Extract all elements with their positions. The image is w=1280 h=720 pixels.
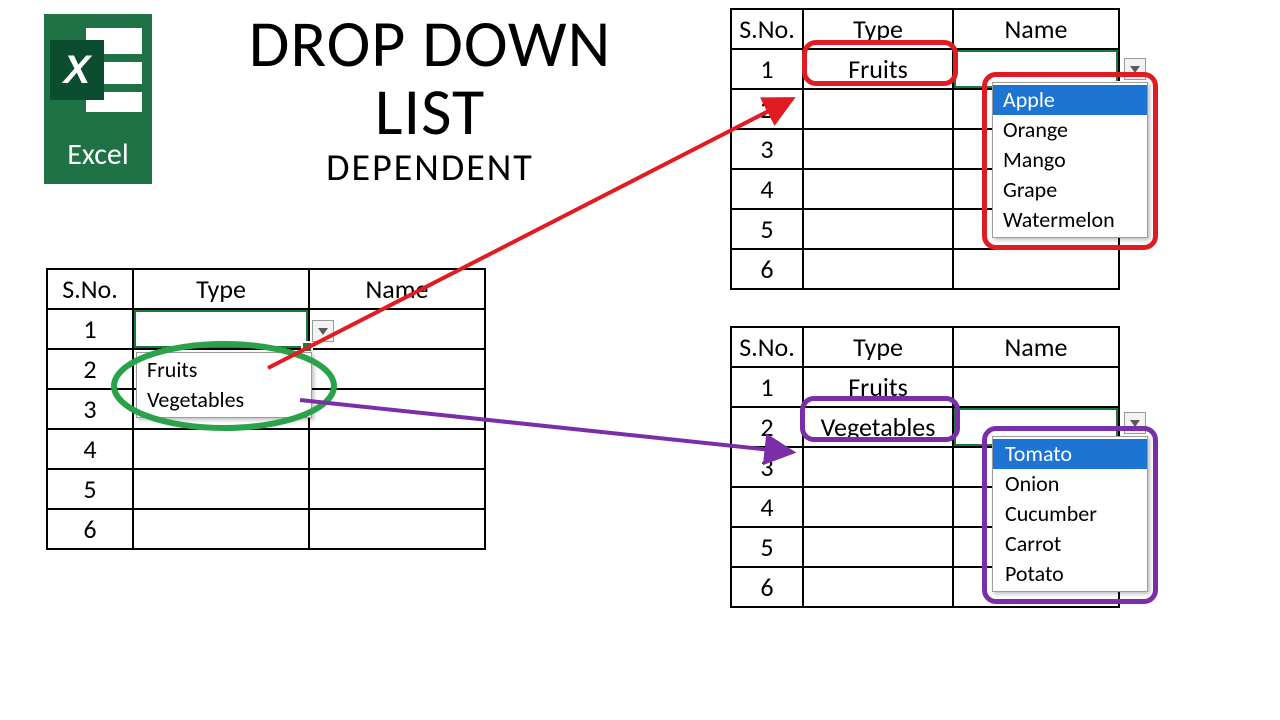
type-cell[interactable] <box>803 89 953 129</box>
name-dropdown-list-fruits[interactable]: Apple Orange Mango Grape Watermelon <box>992 82 1148 238</box>
type-cell[interactable] <box>803 567 953 607</box>
cell-sno: 4 <box>731 487 803 527</box>
table-row: 6 <box>731 249 1119 289</box>
type-cell[interactable] <box>133 509 309 549</box>
dropdown-option-cucumber[interactable]: Cucumber <box>993 499 1147 529</box>
cell-sno: 2 <box>47 349 133 389</box>
name-cell[interactable] <box>309 309 485 349</box>
col-header-sno: S.No. <box>47 269 133 309</box>
dropdown-option-vegetables[interactable]: Vegetables <box>137 385 311 415</box>
dropdown-option-carrot[interactable]: Carrot <box>993 529 1147 559</box>
cell-sno: 1 <box>731 49 803 89</box>
name-cell[interactable] <box>953 249 1119 289</box>
type-cell[interactable] <box>803 129 953 169</box>
col-header-name: Name <box>953 9 1119 49</box>
cell-sno: 3 <box>731 447 803 487</box>
table-row: 4 <box>47 429 485 469</box>
name-dropdown-button-fruits[interactable] <box>1124 58 1146 80</box>
type-cell-selected[interactable] <box>133 309 309 349</box>
type-dropdown-button[interactable] <box>312 320 334 342</box>
cell-sno: 3 <box>47 389 133 429</box>
type-cell[interactable] <box>803 487 953 527</box>
cell-sno: 5 <box>47 469 133 509</box>
table-row: 6 <box>47 509 485 549</box>
excel-logo: X Excel <box>44 14 152 184</box>
cell-sno: 3 <box>731 129 803 169</box>
dropdown-option-onion[interactable]: Onion <box>993 469 1147 499</box>
dropdown-option-watermelon[interactable]: Watermelon <box>993 205 1147 235</box>
cell-sno: 6 <box>731 567 803 607</box>
cell-type-vegetables[interactable]: Vegetables <box>803 407 953 447</box>
title-line-2: LIST <box>170 78 690 146</box>
dropdown-option-grape[interactable]: Grape <box>993 175 1147 205</box>
cell-sno: 1 <box>731 367 803 407</box>
name-cell[interactable] <box>309 429 485 469</box>
type-cell[interactable] <box>803 169 953 209</box>
type-cell[interactable] <box>133 429 309 469</box>
table-row: 1 Fruits <box>731 367 1119 407</box>
col-header-type: Type <box>803 327 953 367</box>
col-header-type: Type <box>133 269 309 309</box>
type-cell[interactable] <box>803 209 953 249</box>
type-dropdown-list[interactable]: Fruits Vegetables <box>136 352 312 418</box>
name-dropdown-button-vegetables[interactable] <box>1124 412 1146 434</box>
name-cell[interactable] <box>309 469 485 509</box>
title-line-1: DROP DOWN <box>170 10 690 78</box>
title-line-3: DEPENDENT <box>170 146 690 190</box>
cell-sno: 1 <box>47 309 133 349</box>
name-cell[interactable] <box>309 509 485 549</box>
cell-sno: 2 <box>731 89 803 129</box>
type-cell[interactable] <box>803 527 953 567</box>
cell-sno: 4 <box>731 169 803 209</box>
excel-icon: X <box>44 14 152 126</box>
col-header-sno: S.No. <box>731 327 803 367</box>
dropdown-option-fruits[interactable]: Fruits <box>137 355 311 385</box>
dropdown-option-orange[interactable]: Orange <box>993 115 1147 145</box>
col-header-type: Type <box>803 9 953 49</box>
cell-type-fruits[interactable]: Fruits <box>803 367 953 407</box>
name-cell[interactable] <box>309 389 485 429</box>
cell-sno: 6 <box>47 509 133 549</box>
col-header-name: Name <box>309 269 485 309</box>
type-cell[interactable] <box>803 249 953 289</box>
dropdown-option-tomato[interactable]: Tomato <box>993 439 1147 469</box>
cell-sno: 6 <box>731 249 803 289</box>
cell-sno: 5 <box>731 209 803 249</box>
name-cell[interactable] <box>953 367 1119 407</box>
dropdown-option-mango[interactable]: Mango <box>993 145 1147 175</box>
name-cell[interactable] <box>309 349 485 389</box>
name-dropdown-list-vegetables[interactable]: Tomato Onion Cucumber Carrot Potato <box>992 436 1148 592</box>
cell-sno: 4 <box>47 429 133 469</box>
table-row: 5 <box>47 469 485 509</box>
page-title: DROP DOWN LIST DEPENDENT <box>170 10 690 190</box>
type-cell[interactable] <box>803 447 953 487</box>
dropdown-option-potato[interactable]: Potato <box>993 559 1147 589</box>
table-row: 1 <box>47 309 485 349</box>
col-header-sno: S.No. <box>731 9 803 49</box>
cell-sno: 2 <box>731 407 803 447</box>
col-header-name: Name <box>953 327 1119 367</box>
dropdown-option-apple[interactable]: Apple <box>993 85 1147 115</box>
excel-label: Excel <box>44 126 152 184</box>
cell-type-fruits[interactable]: Fruits <box>803 49 953 89</box>
type-cell[interactable] <box>133 469 309 509</box>
cell-sno: 5 <box>731 527 803 567</box>
